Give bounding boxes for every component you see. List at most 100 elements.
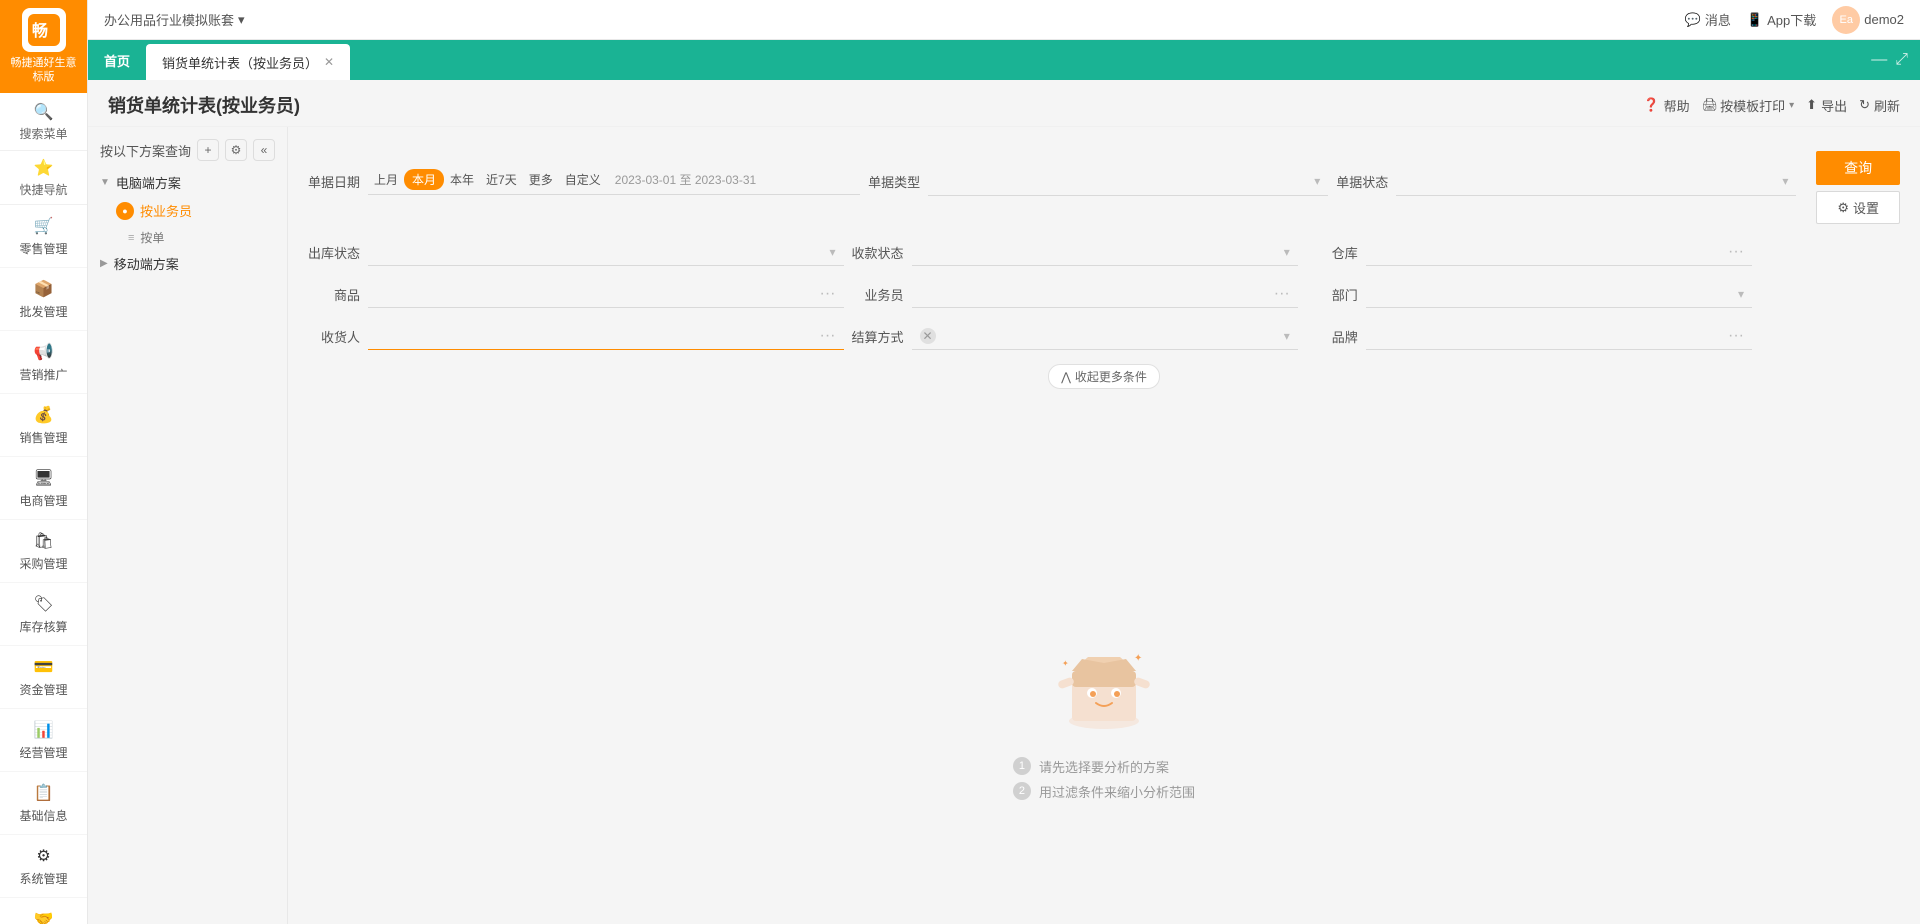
tab-home[interactable]: 首页 (88, 40, 146, 80)
system-label: 系统管理 (19, 870, 67, 887)
sales-icon: 💰 (33, 404, 55, 426)
marketing-icon: 📢 (33, 341, 55, 363)
out-status-control[interactable]: ▾ (368, 238, 844, 266)
retail-label: 零售管理 (19, 240, 67, 257)
doc-selector[interactable]: 办公用品行业模拟账套 ▾ (104, 10, 245, 29)
dept-control[interactable]: ▾ (1366, 280, 1752, 308)
message-btn[interactable]: 💬 消息 (1685, 10, 1731, 29)
sidebar-quick-nav[interactable]: ⭐ 快捷导航 (0, 151, 87, 205)
receipt-status-control[interactable]: ▾ (912, 238, 1298, 266)
date-btn-custom[interactable]: 自定义 (559, 169, 607, 190)
salesperson-control[interactable]: ··· (912, 280, 1298, 308)
goods-field: 商品 ··· (308, 280, 844, 308)
tab-home-label: 首页 (104, 51, 130, 70)
scheme-item-salesperson[interactable]: ● 按业务员 (88, 196, 287, 225)
help-icon: ❓ (1643, 97, 1659, 113)
doc-type-arrow: ▾ (1314, 174, 1320, 188)
scheme-group-header-mobile[interactable]: ▶ 移动端方案 (88, 250, 287, 277)
receiver-field: 收货人 ··· (308, 322, 844, 350)
query-btn[interactable]: 查询 (1816, 151, 1900, 185)
sidebar-item-basic[interactable]: 📋 基础信息 (0, 772, 87, 835)
date-btn-last7[interactable]: 近7天 (480, 169, 523, 190)
receiver-dots: ··· (820, 327, 836, 345)
date-btn-this-month[interactable]: 本月 (404, 169, 444, 190)
brand-label: 品牌 (1306, 327, 1366, 346)
date-btn-more[interactable]: 更多 (523, 169, 559, 190)
tab-sales-stat[interactable]: 销货单统计表（按业务员） ✕ (146, 44, 350, 80)
empty-hint-2: 2 用过滤条件来缩小分析范围 (1013, 782, 1195, 801)
sidebar-item-ecommerce[interactable]: 🖥 电商管理 (0, 457, 87, 520)
tab-close-btn[interactable]: ✕ (324, 55, 334, 69)
sidebar-item-purchase[interactable]: 🛍 采购管理 (0, 520, 87, 583)
sidebar-search-menu[interactable]: 🔍 搜索菜单 (0, 93, 87, 151)
out-status-label: 出库状态 (308, 243, 368, 262)
help-btn[interactable]: ❓ 帮助 (1643, 96, 1689, 115)
brand-dots: ··· (1728, 327, 1744, 345)
app-download-btn[interactable]: 📱 App下载 (1747, 10, 1816, 29)
goods-dots: ··· (820, 285, 836, 303)
edit-scheme-btn[interactable]: ⚙ (225, 139, 247, 161)
goods-label: 商品 (308, 285, 368, 304)
scheme-group-header-desktop[interactable]: ▼ 电脑端方案 (88, 169, 287, 196)
add-scheme-btn[interactable]: + (197, 139, 219, 161)
salesperson-field: 业务员 ··· (852, 280, 1298, 308)
action-btn-group: 查询 ⚙ 设置 (1804, 139, 1900, 224)
dept-label: 部门 (1306, 285, 1366, 304)
operation-icon: 📊 (33, 719, 55, 741)
date-btn-last-month[interactable]: 上月 (368, 169, 404, 190)
page-title: 销货单统计表(按业务员) (108, 92, 300, 118)
sidebar-item-corp[interactable]: 🤝 企业协同 (0, 898, 87, 924)
receipt-status-label: 收款状态 (852, 243, 912, 262)
collapse-panel-btn[interactable]: « (253, 139, 275, 161)
date-btn-this-year[interactable]: 本年 (444, 169, 480, 190)
refresh-btn[interactable]: ↻ 刷新 (1859, 96, 1900, 115)
scheme-sub-item-order[interactable]: ≡ 按单 (88, 225, 287, 250)
brand-control[interactable]: ··· (1366, 322, 1752, 350)
sidebar-item-finance[interactable]: 💳 资金管理 (0, 646, 87, 709)
brand-field: 品牌 ··· (1306, 322, 1752, 350)
scheme-group-mobile: ▶ 移动端方案 (88, 250, 287, 277)
finance-label: 资金管理 (19, 681, 67, 698)
export-btn[interactable]: ⬆ 导出 (1806, 96, 1847, 115)
settlement-clear-btn[interactable]: ✕ (920, 328, 936, 344)
user-menu[interactable]: Ea demo2 (1832, 6, 1904, 34)
settings-icon: ⚙ (1837, 200, 1849, 216)
wholesale-label: 批发管理 (19, 303, 67, 320)
app-logo[interactable]: 畅 畅捷通好生意 标版 (0, 0, 87, 93)
purchase-label: 采购管理 (19, 555, 67, 572)
doc-type-control[interactable]: ▾ (928, 168, 1328, 196)
doc-status-field: 单据状态 ▾ (1336, 168, 1796, 196)
salesperson-dots: ··· (1274, 285, 1290, 303)
doc-status-control[interactable]: ▾ (1396, 168, 1796, 196)
scheme-panel-icons: + ⚙ « (197, 139, 275, 161)
help-label: 帮助 (1664, 96, 1690, 115)
sidebar-item-retail[interactable]: 🛒 零售管理 (0, 205, 87, 268)
print-label: 按模板打印 (1720, 96, 1785, 115)
print-template-btn[interactable]: 🖨 按模板打印 ▾ (1702, 96, 1795, 115)
filter-row-4: 收货人 ··· 结算方式 ✕ ▾ (308, 322, 1900, 350)
tab-expand-btn[interactable]: ⤢ (1895, 51, 1908, 69)
svg-text:✦: ✦ (1134, 653, 1142, 664)
doc-status-label: 单据状态 (1336, 172, 1396, 191)
refresh-label: 刷新 (1874, 96, 1900, 115)
main-content: 销货单统计表(按业务员) ❓ 帮助 🖨 按模板打印 ▾ ⬆ 导出 ↻ 刷新 (88, 80, 1920, 924)
right-area: 单据日期 上月 本月 本年 近7天 更多 自定义 2023-03-01 至 20… (288, 127, 1920, 924)
page-actions: ❓ 帮助 🖨 按模板打印 ▾ ⬆ 导出 ↻ 刷新 (1643, 96, 1900, 115)
warehouse-control[interactable]: ··· (1366, 238, 1752, 266)
sidebar-item-system[interactable]: ⚙ 系统管理 (0, 835, 87, 898)
sidebar-item-wholesale[interactable]: 📦 批发管理 (0, 268, 87, 331)
warehouse-dots: ··· (1728, 243, 1744, 261)
sub-item-order-icon: ≡ (128, 232, 134, 244)
tab-minimize-btn[interactable]: — (1871, 51, 1887, 69)
goods-control[interactable]: ··· (368, 280, 844, 308)
sidebar-item-sales[interactable]: 💰 销售管理 (0, 394, 87, 457)
scheme-group-desktop-label: 电脑端方案 (116, 173, 181, 192)
settings-btn[interactable]: ⚙ 设置 (1816, 191, 1900, 224)
receiver-control[interactable]: ··· (368, 322, 844, 350)
settlement-control[interactable]: ✕ ▾ (912, 322, 1298, 350)
sidebar-item-marketing[interactable]: 📢 营销推广 (0, 331, 87, 394)
sidebar-item-operation[interactable]: 📊 经营管理 (0, 709, 87, 772)
sidebar-item-inventory[interactable]: 🏷 库存核算 (0, 583, 87, 646)
collapse-btn[interactable]: ⋀ 收起更多条件 (1048, 364, 1160, 389)
doc-status-arrow: ▾ (1782, 174, 1788, 188)
